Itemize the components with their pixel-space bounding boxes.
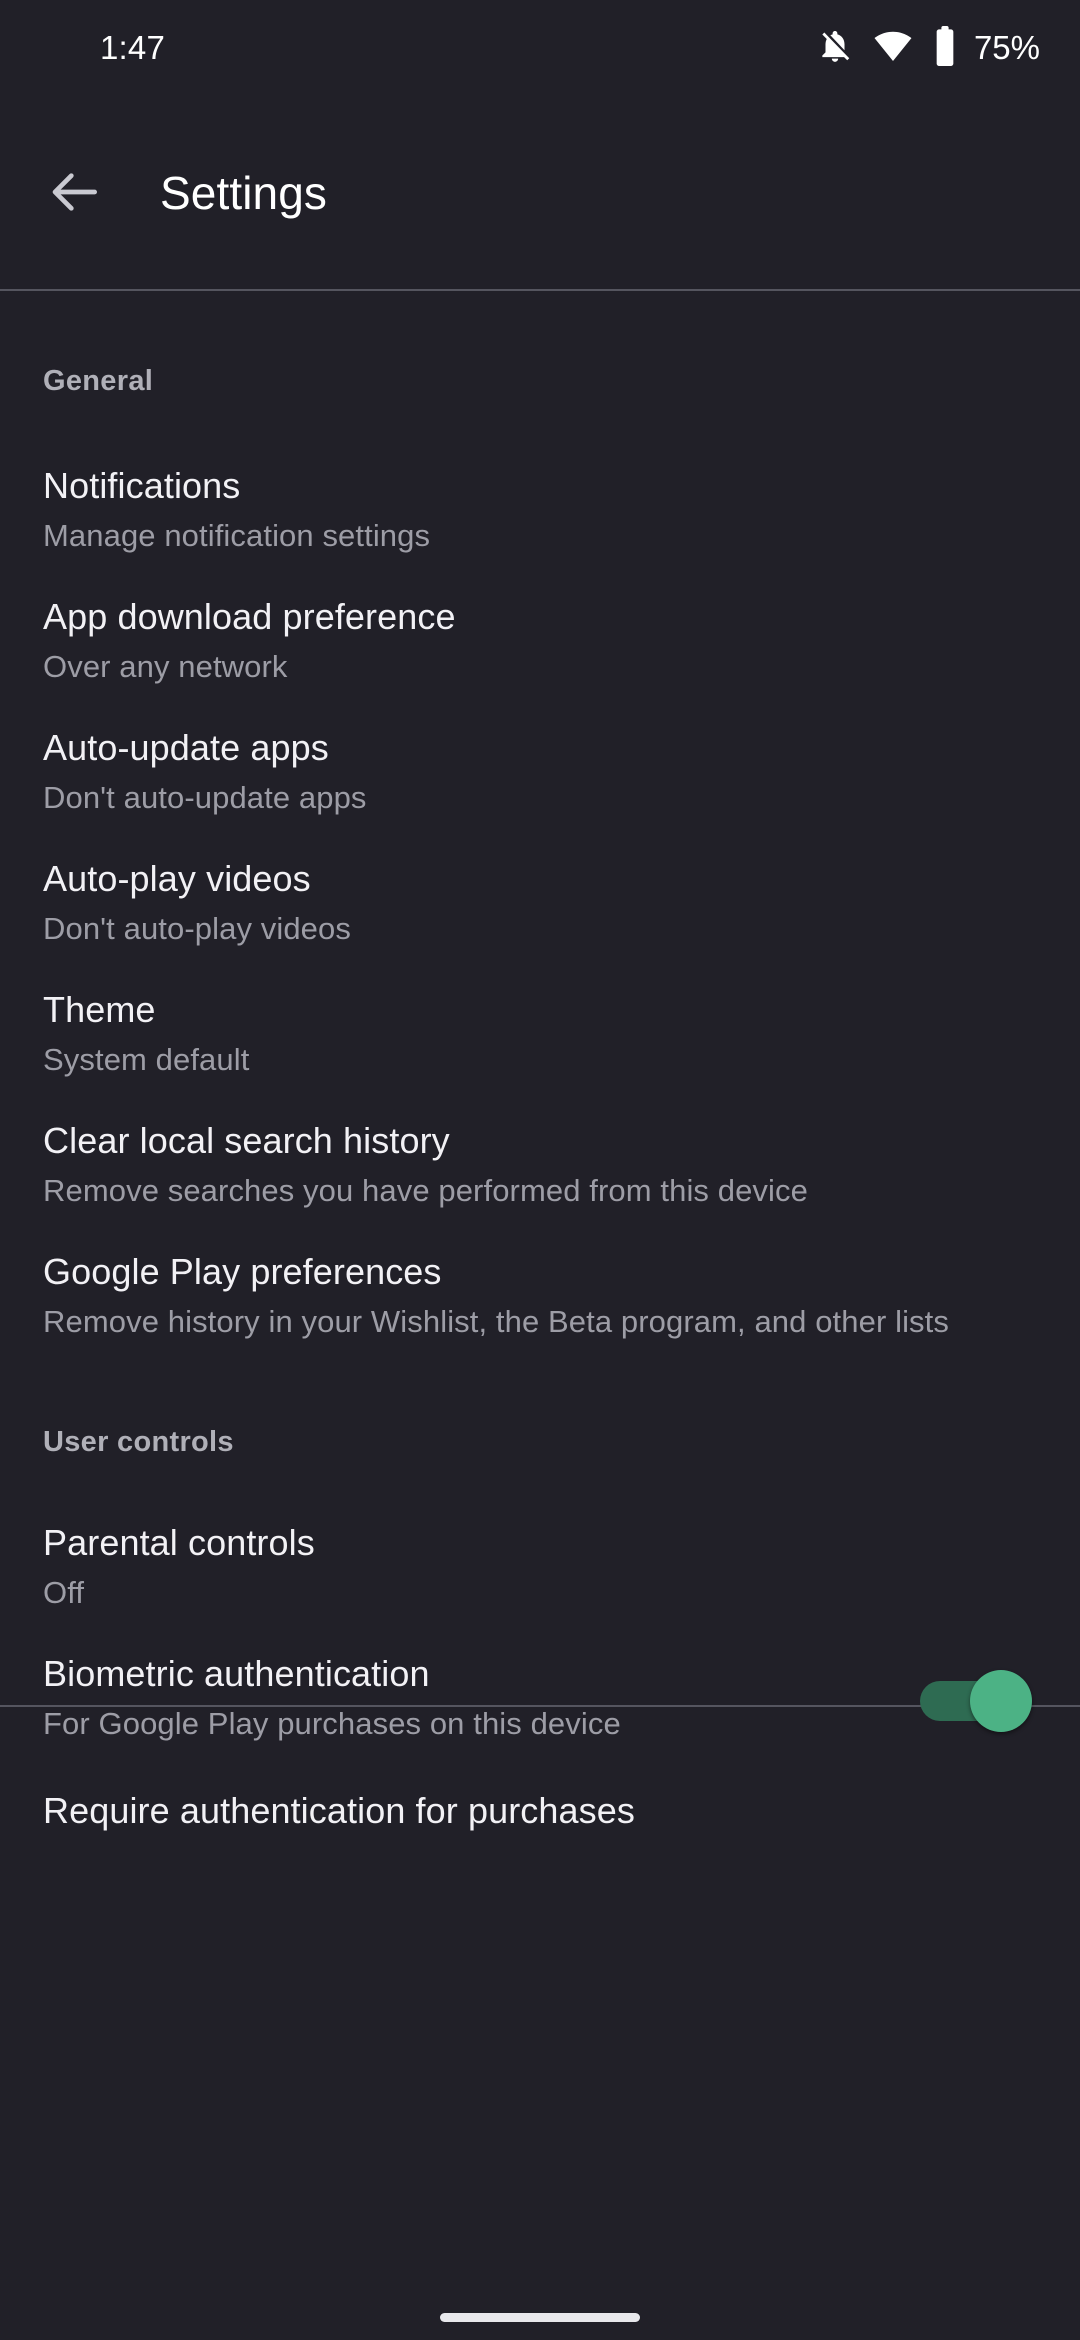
- back-arrow-icon: [48, 164, 104, 223]
- toggle-thumb: [970, 1670, 1032, 1732]
- status-bar: 1:47 75%: [0, 0, 1080, 96]
- status-bar-clock: 1:47: [100, 29, 166, 66]
- app-bar: Settings: [0, 96, 1080, 290]
- list-item-parental-controls[interactable]: Parental controls Off: [0, 1521, 1080, 1613]
- list-item-title: Auto-play videos: [43, 858, 311, 899]
- list-item-title: Google Play preferences: [43, 1251, 442, 1292]
- list-item-clear-local-search-history[interactable]: Clear local search history Remove search…: [0, 1119, 1080, 1211]
- page-title: Settings: [160, 167, 328, 219]
- list-item-title: Biometric authentication: [43, 1653, 430, 1694]
- settings-list: General Notifications Manage notificatio…: [0, 291, 1080, 2340]
- settings-screen: 1:47 75% Settings General Notifications …: [0, 0, 1080, 2340]
- section-header-user-controls: User controls: [43, 1426, 234, 1458]
- list-item-title: Theme: [43, 989, 156, 1030]
- list-item-subtitle: Don't auto-update apps: [43, 780, 367, 815]
- back-button[interactable]: [28, 145, 124, 241]
- list-item-auto-update-apps[interactable]: Auto-update apps Don't auto-update apps: [0, 726, 1080, 818]
- list-item-subtitle: For Google Play purchases on this device: [43, 1706, 621, 1741]
- list-item-notifications[interactable]: Notifications Manage notification settin…: [0, 464, 1080, 556]
- list-item-title: Parental controls: [43, 1522, 315, 1563]
- list-item-subtitle: Don't auto-play videos: [43, 911, 351, 946]
- list-item-title: Clear local search history: [43, 1120, 450, 1161]
- section-user-controls: User controls Parental controls Off Biom…: [0, 1426, 1080, 1833]
- gesture-navigation-bar[interactable]: [440, 2313, 640, 2322]
- notifications-off-icon: [816, 27, 854, 70]
- section-general: General Notifications Manage notificatio…: [0, 365, 1080, 1342]
- list-item-subtitle: Remove searches you have performed from …: [43, 1173, 808, 1208]
- list-item-biometric-authentication[interactable]: Biometric authentication For Google Play…: [0, 1652, 1080, 1744]
- list-item-title: Notifications: [43, 465, 241, 506]
- list-item-theme[interactable]: Theme System default: [0, 988, 1080, 1080]
- list-item-title: App download preference: [43, 596, 456, 637]
- status-bar-icons: 75%: [816, 25, 1040, 71]
- list-item-google-play-preferences[interactable]: Google Play preferences Remove history i…: [0, 1250, 1080, 1342]
- list-item-subtitle: Off: [43, 1575, 85, 1610]
- biometric-authentication-toggle[interactable]: [920, 1670, 1032, 1732]
- list-item-subtitle: System default: [43, 1042, 250, 1077]
- list-item-title: Require authentication for purchases: [43, 1790, 635, 1831]
- list-item-subtitle: Over any network: [43, 649, 288, 684]
- list-item-require-authentication-for-purchases[interactable]: Require authentication for purchases: [0, 1789, 1080, 1833]
- battery-percent-label: 75%: [973, 29, 1040, 66]
- list-item-subtitle: Remove history in your Wishlist, the Bet…: [43, 1304, 949, 1339]
- list-item-auto-play-videos[interactable]: Auto-play videos Don't auto-play videos: [0, 857, 1080, 949]
- wifi-icon: [874, 27, 912, 70]
- list-item-subtitle: Manage notification settings: [43, 518, 431, 553]
- section-header-general: General: [43, 365, 154, 397]
- battery-icon: [932, 25, 958, 71]
- list-item-title: Auto-update apps: [43, 727, 329, 768]
- list-item-app-download-preference[interactable]: App download preference Over any network: [0, 595, 1080, 687]
